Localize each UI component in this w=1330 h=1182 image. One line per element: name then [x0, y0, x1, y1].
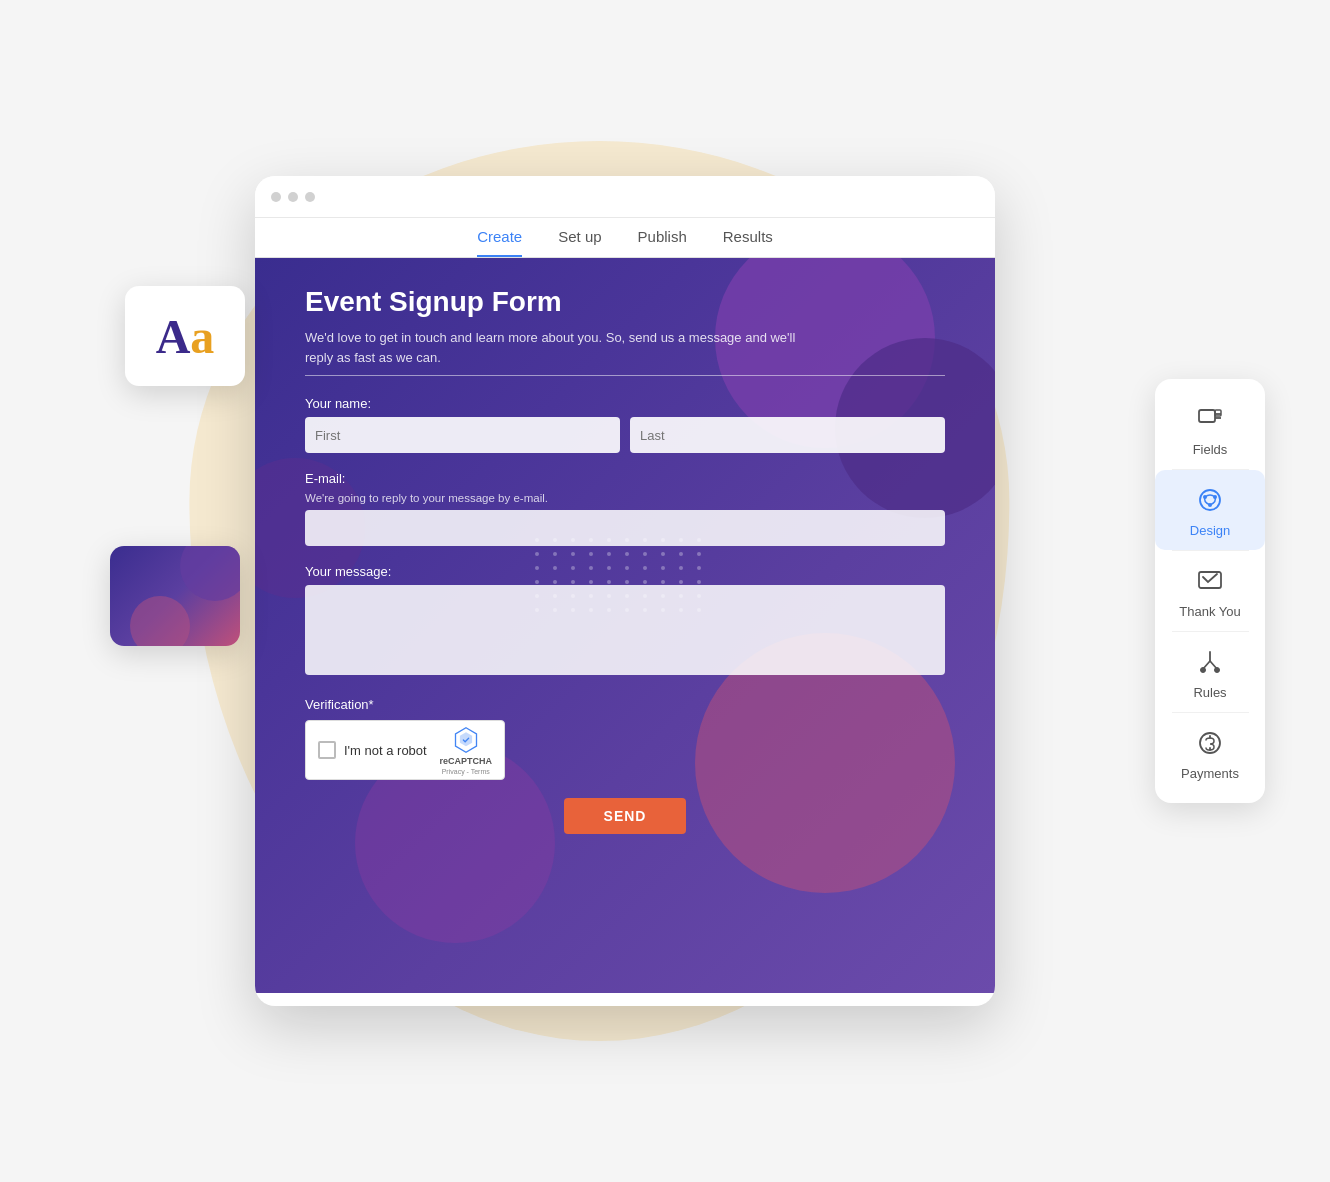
verification-label: Verification* — [305, 697, 945, 712]
form-area: Event Signup Form We'd love to get in to… — [255, 258, 995, 993]
svg-point-10 — [1215, 668, 1220, 673]
email-field-group: E-mail: We're going to reply to your mes… — [305, 471, 945, 564]
sidebar-item-fields[interactable]: Fields — [1155, 389, 1265, 469]
tab-setup[interactable]: Set up — [558, 228, 601, 257]
form-description: We'd love to get in touch and learn more… — [305, 328, 825, 367]
sidebar-item-design[interactable]: Design — [1155, 470, 1265, 550]
browser-window: Create Set up Publish Results Event Sign… — [255, 176, 995, 1006]
window-dot-1 — [271, 192, 281, 202]
message-label: Your message: — [305, 564, 945, 579]
message-textarea[interactable] — [305, 585, 945, 675]
thankyou-label: Thank You — [1179, 604, 1240, 619]
thankyou-icon — [1192, 563, 1228, 599]
form-divider — [305, 375, 945, 376]
design-preview-card — [110, 546, 240, 646]
form-title: Event Signup Form — [305, 286, 945, 318]
name-row — [305, 417, 945, 453]
rules-label: Rules — [1193, 685, 1226, 700]
payments-icon — [1192, 725, 1228, 761]
main-scene: Aa Create Set up Publish Results — [65, 66, 1265, 1116]
sidebar-item-payments[interactable]: Payments — [1155, 713, 1265, 793]
design-card-inner — [110, 546, 240, 646]
thankyou-svg — [1195, 566, 1225, 596]
verification-group: Verification* I'm not a robot — [305, 697, 945, 780]
recaptcha-widget[interactable]: I'm not a robot reCAPTCHA Privacy - Term… — [305, 720, 505, 780]
recaptcha-links: Privacy - Terms — [442, 768, 490, 775]
name-field-group: Your name: — [305, 396, 945, 453]
browser-titlebar — [255, 176, 995, 218]
recaptcha-checkbox[interactable] — [318, 741, 336, 759]
design-blob-2 — [130, 596, 190, 646]
design-icon — [1192, 482, 1228, 518]
design-svg — [1195, 485, 1225, 515]
svg-rect-3 — [1215, 410, 1221, 416]
sidebar-item-thankyou[interactable]: Thank You — [1155, 551, 1265, 631]
svg-rect-0 — [1199, 410, 1215, 422]
recaptcha-brand: reCAPTCHA — [439, 756, 492, 766]
font-letter-A: A — [156, 310, 191, 363]
payments-label: Payments — [1181, 766, 1239, 781]
fields-svg — [1195, 404, 1225, 434]
recaptcha-icon — [451, 726, 481, 754]
tab-publish[interactable]: Publish — [638, 228, 687, 257]
last-name-input[interactable] — [630, 417, 945, 453]
tab-create[interactable]: Create — [477, 228, 522, 257]
payments-svg — [1195, 728, 1225, 758]
fields-label: Fields — [1193, 442, 1228, 457]
form-content: Event Signup Form We'd love to get in to… — [305, 286, 945, 834]
message-field-group: Your message: — [305, 564, 945, 697]
rules-svg — [1195, 647, 1225, 677]
font-preview: Aa — [156, 309, 215, 364]
svg-point-9 — [1201, 668, 1206, 673]
email-sublabel: We're going to reply to your message by … — [305, 492, 945, 504]
sidebar-item-rules[interactable]: Rules — [1155, 632, 1265, 712]
recaptcha-check: I'm not a robot — [318, 741, 427, 759]
font-card: Aa — [125, 286, 245, 386]
name-label: Your name: — [305, 396, 945, 411]
window-dot-2 — [288, 192, 298, 202]
first-name-input[interactable] — [305, 417, 620, 453]
submit-button[interactable]: SEND — [564, 798, 687, 834]
font-letter-a: a — [190, 310, 214, 363]
recaptcha-text: I'm not a robot — [344, 743, 427, 758]
rules-icon — [1192, 644, 1228, 680]
right-sidebar: Fields Design — [1155, 379, 1265, 803]
window-dot-3 — [305, 192, 315, 202]
email-label: E-mail: — [305, 471, 945, 486]
tab-results[interactable]: Results — [723, 228, 773, 257]
browser-tabs: Create Set up Publish Results — [255, 218, 995, 258]
design-blob-1 — [180, 546, 240, 601]
design-label: Design — [1190, 523, 1230, 538]
recaptcha-logo: reCAPTCHA Privacy - Terms — [439, 726, 492, 775]
fields-icon — [1192, 401, 1228, 437]
email-input[interactable] — [305, 510, 945, 546]
